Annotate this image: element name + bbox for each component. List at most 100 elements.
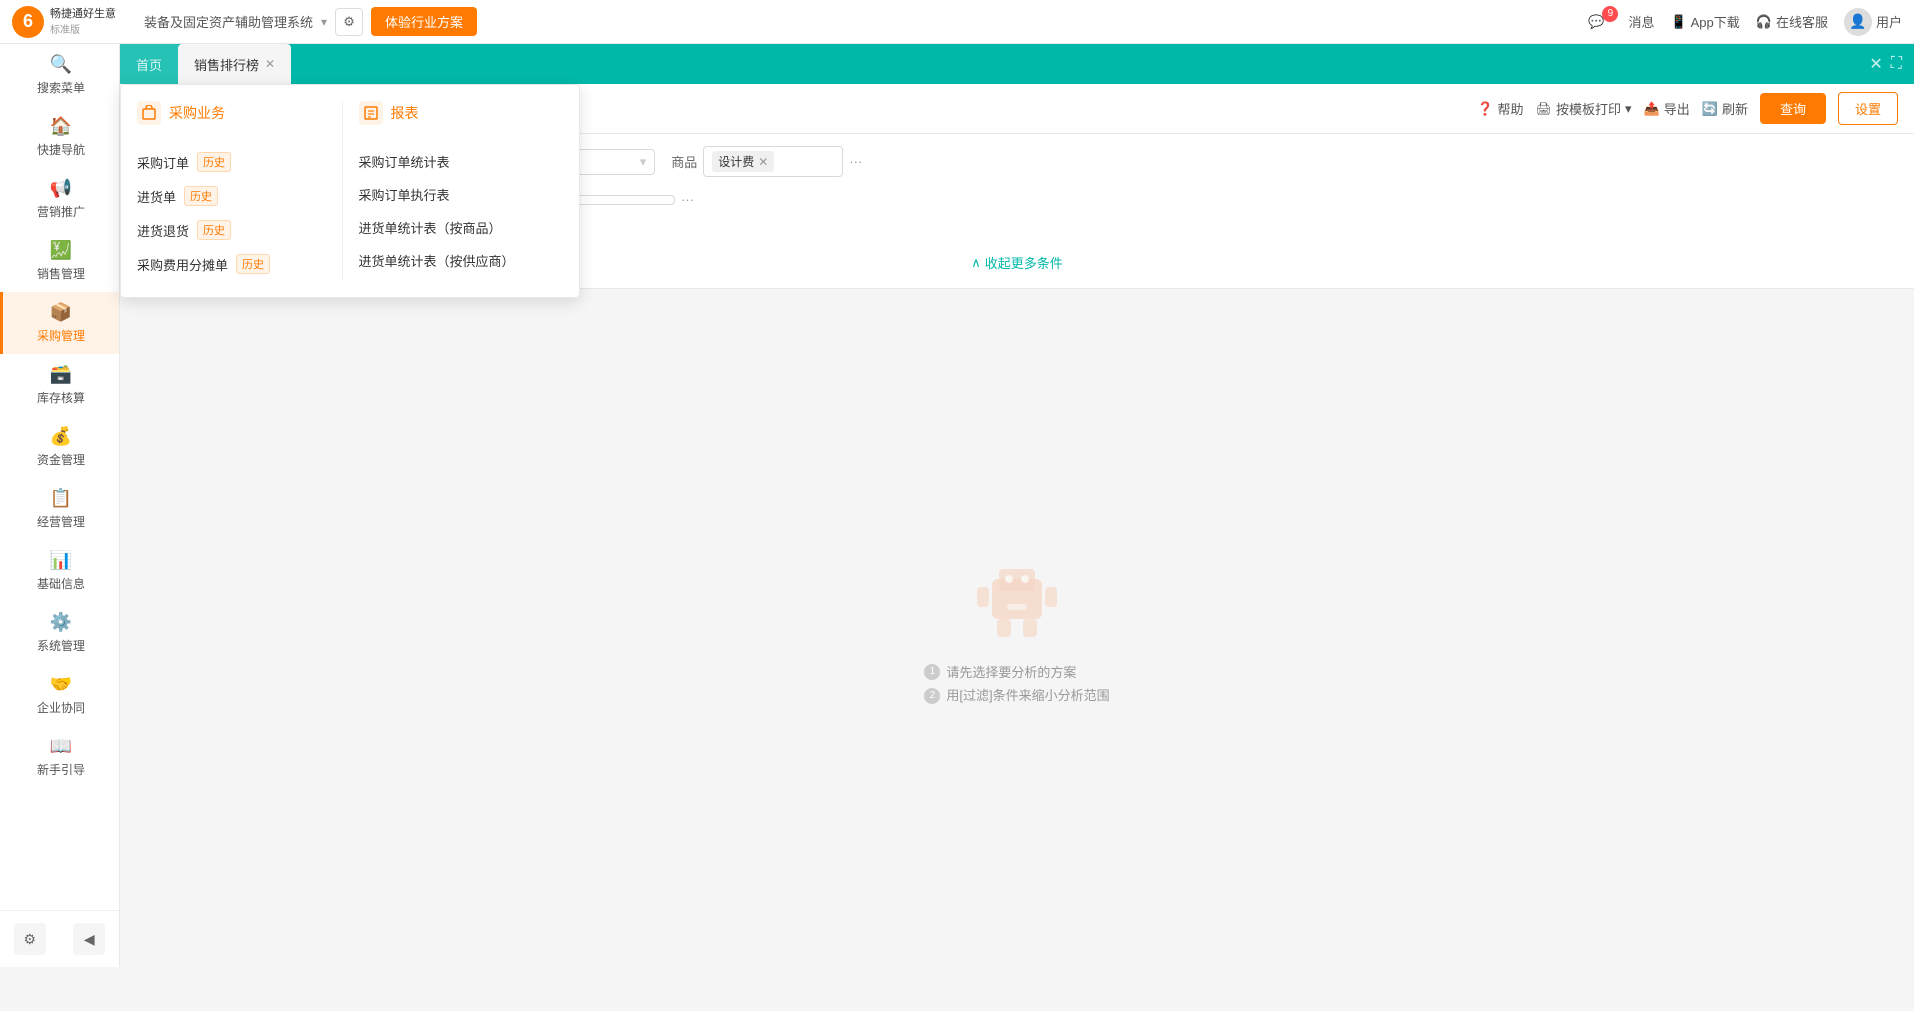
goods-label: 商品 bbox=[671, 152, 697, 171]
online-service-btn[interactable]: 🎧 在线客服 bbox=[1756, 12, 1828, 31]
print-btn[interactable]: 🖨 按模板打印 ▾ bbox=[1536, 99, 1632, 118]
industry-btn[interactable]: 体验行业方案 bbox=[371, 7, 477, 36]
goods-receipt-label: 进货单 bbox=[137, 187, 176, 206]
system-title-dropdown[interactable]: ▾ bbox=[321, 15, 327, 29]
dropdown-item-gr-stats-goods[interactable]: 进货单统计表（按商品） bbox=[359, 211, 564, 244]
tab-bar-right: ✕ ⛶ bbox=[1869, 54, 1914, 74]
sidebar-item-label: 资金管理 bbox=[37, 451, 85, 468]
online-service-label: 在线客服 bbox=[1776, 12, 1828, 31]
dropdown-item-gr-stats-supplier[interactable]: 进货单统计表（按供应商） bbox=[359, 244, 564, 277]
app-download-btn[interactable]: 📱 App下载 bbox=[1670, 12, 1739, 31]
salesperson-dots[interactable]: ··· bbox=[681, 192, 694, 207]
collapse-btn[interactable]: ∧ 收起更多条件 bbox=[971, 253, 1063, 272]
goods-tag-close[interactable]: ✕ bbox=[758, 155, 768, 169]
message-btn[interactable]: 💬 9 消息 bbox=[1588, 12, 1654, 31]
sidebar-item-purchase[interactable]: 📦 采购管理 bbox=[0, 292, 119, 354]
app-download-label: App下载 bbox=[1691, 12, 1740, 31]
sidebar-item-basic-info[interactable]: 📊 基础信息 bbox=[0, 540, 119, 602]
export-label: 导出 bbox=[1664, 99, 1690, 118]
help-btn[interactable]: ❓ 帮助 bbox=[1477, 99, 1523, 118]
purchase-col-title: 采购业务 bbox=[169, 103, 225, 123]
goods-tag-text: 设计费 bbox=[718, 153, 754, 170]
dropdown-item-po-exec[interactable]: 采购订单执行表 bbox=[359, 178, 564, 211]
sidebar-item-label: 营销推广 bbox=[37, 203, 85, 220]
message-label: 消息 bbox=[1628, 12, 1654, 31]
empty-step-1: 1 请先选择要分析的方案 bbox=[924, 661, 1109, 684]
empty-hints: 1 请先选择要分析的方案 2 用[过滤]条件来缩小分析范围 bbox=[924, 661, 1109, 708]
sidebar-item-label: 库存核算 bbox=[37, 389, 85, 406]
purchase-expense-label: 采购费用分摊单 bbox=[137, 255, 228, 274]
system-icon: ⚙️ bbox=[50, 612, 72, 633]
guide-icon: 📖 bbox=[50, 736, 72, 757]
inventory-icon: 🗃️ bbox=[50, 364, 72, 385]
sidebar-item-quick-nav[interactable]: 🏠 快捷导航 bbox=[0, 106, 119, 168]
system-title: 装备及固定资产辅助管理系统 bbox=[144, 12, 313, 31]
purchase-order-label: 采购订单 bbox=[137, 153, 189, 172]
print-icon: 🖨 bbox=[1536, 101, 1553, 117]
goods-tag: 设计费 ✕ bbox=[712, 151, 774, 172]
po-stats-label: 采购订单统计表 bbox=[359, 152, 450, 171]
logo-line1: 畅捷通好生意 bbox=[50, 7, 116, 21]
sales-icon: 💹 bbox=[50, 240, 72, 261]
step-1-num: 1 bbox=[924, 664, 940, 680]
sidebar-bottom: ⚙ ◀ bbox=[0, 910, 119, 967]
system-title-area: 装备及固定资产辅助管理系统 ▾ ⚙ 体验行业方案 bbox=[132, 7, 1588, 36]
sidebar-item-system[interactable]: ⚙️ 系统管理 bbox=[0, 602, 119, 664]
topbar-right: 💬 9 消息 📱 App下载 🎧 在线客服 👤 用户 bbox=[1588, 8, 1902, 36]
refresh-btn[interactable]: 🔄 刷新 bbox=[1702, 99, 1748, 118]
export-btn[interactable]: 📤 导出 bbox=[1644, 99, 1690, 118]
gr-stats-supplier-label: 进货单统计表（按供应商） bbox=[359, 251, 515, 270]
empty-area: 1 请先选择要分析的方案 2 用[过滤]条件来缩小分析范围 bbox=[120, 289, 1914, 967]
empty-hint2: 用[过滤]条件来缩小分析范围 bbox=[946, 684, 1109, 707]
tab-sales-ranking-label: 销售排行榜 bbox=[194, 55, 259, 74]
dropdown-item-goods-receipt[interactable]: 进货单 历史 bbox=[137, 179, 342, 213]
tab-sales-ranking[interactable]: 销售排行榜 ✕ bbox=[178, 44, 291, 84]
help-label: 帮助 bbox=[1497, 99, 1523, 118]
sidebar-settings-btn[interactable]: ⚙ bbox=[14, 923, 46, 955]
empty-illustration bbox=[957, 549, 1077, 649]
tab-close-icon[interactable]: ✕ bbox=[265, 57, 275, 71]
dropdown-item-purchase-expense[interactable]: 采购费用分摊单 历史 bbox=[137, 247, 342, 281]
tab-bar: 首页 销售排行榜 ✕ ✕ ⛶ bbox=[120, 44, 1914, 84]
dropdown-item-purchase-order[interactable]: 采购订单 历史 bbox=[137, 145, 342, 179]
dropdown-item-po-stats[interactable]: 采购订单统计表 bbox=[359, 145, 564, 178]
tab-close-all-icon[interactable]: ✕ bbox=[1869, 54, 1882, 74]
sidebar-item-inventory[interactable]: 🗃️ 库存核算 bbox=[0, 354, 119, 416]
settings-gear[interactable]: ⚙ bbox=[335, 8, 363, 36]
collapse-label: 收起更多条件 bbox=[985, 253, 1063, 272]
user-label: 用户 bbox=[1876, 12, 1902, 31]
goods-dots[interactable]: ··· bbox=[849, 154, 862, 169]
print-label: 按模板打印 bbox=[1556, 99, 1621, 118]
sidebar-item-operation[interactable]: 📋 经营管理 bbox=[0, 478, 119, 540]
marketing-icon: 📢 bbox=[50, 178, 72, 199]
sidebar-item-marketing[interactable]: 📢 营销推广 bbox=[0, 168, 119, 230]
dropdown-purchase-col: 采购业务 采购订单 历史 进货单 历史 进货退货 历史 采购费用分摊单 历史 bbox=[137, 101, 342, 281]
query-btn[interactable]: 查询 bbox=[1760, 93, 1826, 124]
logo-area: 6 畅捷通好生意 标准版 bbox=[12, 6, 132, 38]
sidebar-item-label: 系统管理 bbox=[37, 637, 85, 654]
sidebar-item-search[interactable]: 🔍 搜索菜单 bbox=[0, 44, 119, 106]
export-icon: 📤 bbox=[1644, 101, 1660, 117]
empty-step-2: 2 用[过滤]条件来缩小分析范围 bbox=[924, 684, 1109, 707]
operation-icon: 📋 bbox=[50, 488, 72, 509]
home-icon: 🏠 bbox=[50, 116, 72, 137]
tab-home[interactable]: 首页 bbox=[120, 44, 178, 84]
purchase-col-icon bbox=[137, 101, 161, 125]
dropdown-item-goods-return[interactable]: 进货退货 历史 bbox=[137, 213, 342, 247]
dropdown-report-col: 报表 采购订单统计表 采购订单执行表 进货单统计表（按商品） 进货单统计表（按供… bbox=[342, 101, 564, 281]
sidebar-item-sales[interactable]: 💹 销售管理 bbox=[0, 230, 119, 292]
sidebar-item-label: 搜索菜单 bbox=[37, 79, 85, 96]
tab-expand-icon[interactable]: ⛶ bbox=[1891, 55, 1902, 73]
sidebar-item-label: 经营管理 bbox=[37, 513, 85, 530]
sidebar-item-enterprise[interactable]: 🤝 企业协同 bbox=[0, 664, 119, 726]
goods-input[interactable]: 设计费 ✕ bbox=[703, 146, 843, 177]
settings-btn[interactable]: 设置 bbox=[1838, 92, 1898, 125]
purchase-expense-history: 历史 bbox=[236, 254, 270, 274]
sidebar-collapse-btn[interactable]: ◀ bbox=[73, 923, 105, 955]
dropdown-report-header: 报表 bbox=[359, 101, 564, 133]
sidebar-item-finance[interactable]: 💰 资金管理 bbox=[0, 416, 119, 478]
user-area[interactable]: 👤 用户 bbox=[1844, 8, 1902, 36]
goods-receipt-history: 历史 bbox=[184, 186, 218, 206]
refresh-icon: 🔄 bbox=[1702, 101, 1718, 117]
sidebar-item-guide[interactable]: 📖 新手引导 bbox=[0, 726, 119, 788]
